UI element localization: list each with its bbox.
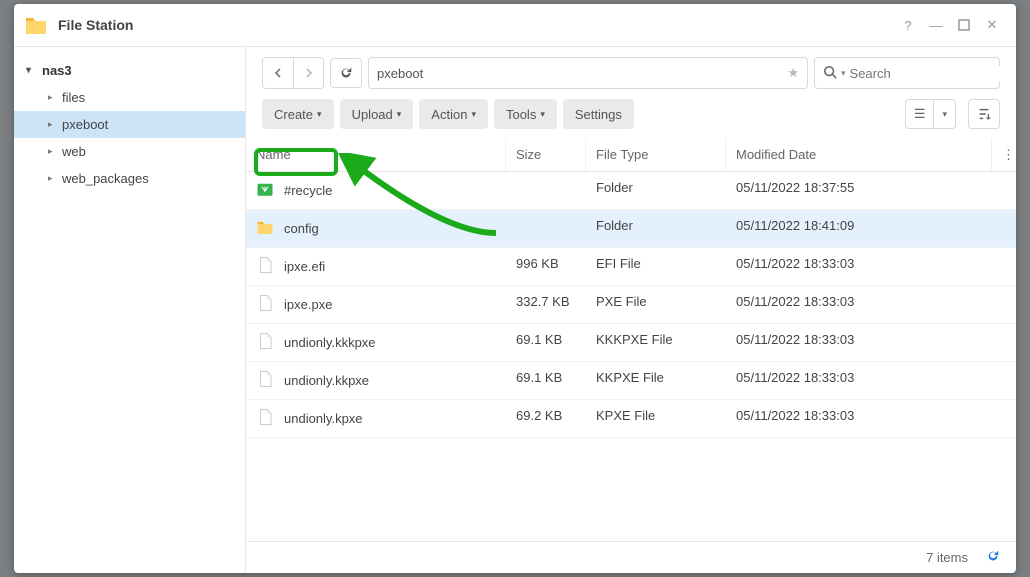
file-icon bbox=[256, 408, 274, 429]
maximize-button[interactable] bbox=[950, 11, 978, 39]
file-name: config bbox=[284, 221, 319, 236]
app-title: File Station bbox=[58, 17, 894, 33]
file-icon bbox=[256, 294, 274, 315]
tree-root[interactable]: nas3 bbox=[14, 57, 245, 84]
file-modified: 05/11/2022 18:37:55 bbox=[726, 172, 992, 209]
file-modified: 05/11/2022 18:33:03 bbox=[726, 248, 992, 285]
file-type: KKKPXE File bbox=[586, 324, 726, 361]
file-type: Folder bbox=[586, 172, 726, 209]
sidebar-item-web[interactable]: web bbox=[14, 138, 245, 165]
file-name: #recycle bbox=[284, 183, 332, 198]
file-type: KPXE File bbox=[586, 400, 726, 437]
file-modified: 05/11/2022 18:33:03 bbox=[726, 400, 992, 437]
file-icon bbox=[256, 332, 274, 353]
table-row[interactable]: undionly.kpxe 69.2 KBKPXE File05/11/2022 … bbox=[246, 400, 1016, 438]
close-button[interactable]: ✕ bbox=[978, 11, 1006, 39]
col-modified[interactable]: Modified Date bbox=[726, 139, 992, 171]
list-icon: ☰ bbox=[914, 106, 926, 122]
path-breadcrumb[interactable]: pxeboot ★ bbox=[368, 57, 808, 89]
file-type: PXE File bbox=[586, 286, 726, 323]
file-icon bbox=[256, 256, 274, 277]
file-size bbox=[506, 210, 586, 247]
search-box[interactable]: ▾ bbox=[814, 57, 1000, 89]
file-size: 69.1 KB bbox=[506, 362, 586, 399]
file-size: 69.1 KB bbox=[506, 324, 586, 361]
file-modified: 05/11/2022 18:41:09 bbox=[726, 210, 992, 247]
file-size: 996 KB bbox=[506, 248, 586, 285]
sidebar-item-web_packages[interactable]: web_packages bbox=[14, 165, 245, 192]
col-menu[interactable]: ⋮ bbox=[992, 139, 1016, 171]
search-icon bbox=[823, 65, 837, 82]
sort-button[interactable] bbox=[968, 99, 1000, 129]
sidebar: nas3 filespxebootwebweb_packages bbox=[14, 47, 246, 573]
sidebar-item-files[interactable]: files bbox=[14, 84, 245, 111]
table-row[interactable]: config Folder05/11/2022 18:41:09 bbox=[246, 210, 1016, 248]
search-input[interactable] bbox=[850, 66, 1016, 81]
grid-header: Name Size File Type Modified Date ⋮ bbox=[246, 139, 1016, 172]
file-name: undionly.kkkpxe bbox=[284, 335, 376, 350]
file-name: ipxe.efi bbox=[284, 259, 325, 274]
table-row[interactable]: ipxe.pxe 332.7 KBPXE File05/11/2022 18:33… bbox=[246, 286, 1016, 324]
file-type: Folder bbox=[586, 210, 726, 247]
table-row[interactable]: undionly.kkkpxe 69.1 KBKKKPXE File05/11/2… bbox=[246, 324, 1016, 362]
view-mode-group: ☰ ▾ bbox=[905, 99, 956, 129]
titlebar: File Station ? — ✕ bbox=[14, 4, 1016, 46]
file-name: ipxe.pxe bbox=[284, 297, 332, 312]
file-modified: 05/11/2022 18:33:03 bbox=[726, 286, 992, 323]
recycle-icon bbox=[256, 180, 274, 201]
action-button[interactable]: Action▾ bbox=[419, 99, 488, 129]
file-modified: 05/11/2022 18:33:03 bbox=[726, 362, 992, 399]
create-button[interactable]: Create▾ bbox=[262, 99, 334, 129]
sidebar-item-pxeboot[interactable]: pxeboot bbox=[14, 111, 245, 138]
table-row[interactable]: ipxe.efi 996 KBEFI File05/11/2022 18:33:0… bbox=[246, 248, 1016, 286]
help-button[interactable]: ? bbox=[894, 11, 922, 39]
chevron-down-icon[interactable]: ▾ bbox=[841, 68, 846, 79]
table-row[interactable]: undionly.kkpxe 69.1 KBKKPXE File05/11/202… bbox=[246, 362, 1016, 400]
app-window: File Station ? — ✕ nas3 filespxebootwebw… bbox=[14, 4, 1016, 573]
file-name: undionly.kpxe bbox=[284, 411, 363, 426]
status-refresh-button[interactable] bbox=[986, 549, 1000, 566]
view-dropdown-button[interactable]: ▾ bbox=[933, 100, 955, 128]
file-type: KKPXE File bbox=[586, 362, 726, 399]
app-folder-icon bbox=[24, 13, 48, 37]
file-name: undionly.kkpxe bbox=[284, 373, 369, 388]
file-type: EFI File bbox=[586, 248, 726, 285]
list-view-button[interactable]: ☰ bbox=[906, 100, 934, 128]
file-size bbox=[506, 172, 586, 209]
col-type[interactable]: File Type bbox=[586, 139, 726, 171]
minimize-button[interactable]: — bbox=[922, 11, 950, 39]
file-list: #recycle Folder05/11/2022 18:37:55 config F… bbox=[246, 172, 1016, 541]
upload-button[interactable]: Upload▾ bbox=[340, 99, 414, 129]
file-size: 332.7 KB bbox=[506, 286, 586, 323]
nav-back-button[interactable] bbox=[263, 58, 293, 88]
col-name[interactable]: Name bbox=[246, 139, 506, 171]
folder-icon bbox=[256, 218, 274, 239]
settings-button[interactable]: Settings bbox=[563, 99, 634, 129]
main-panel: pxeboot ★ ▾ Create▾ Upload▾ Action▾ Tool… bbox=[246, 47, 1016, 573]
status-bar: 7 items bbox=[246, 541, 1016, 573]
nav-forward-button[interactable] bbox=[293, 58, 323, 88]
table-row[interactable]: #recycle Folder05/11/2022 18:37:55 bbox=[246, 172, 1016, 210]
reload-button[interactable] bbox=[330, 58, 362, 88]
file-size: 69.2 KB bbox=[506, 400, 586, 437]
favorite-icon[interactable]: ★ bbox=[787, 65, 799, 81]
file-icon bbox=[256, 370, 274, 391]
item-count: 7 items bbox=[926, 550, 968, 565]
file-modified: 05/11/2022 18:33:03 bbox=[726, 324, 992, 361]
path-value: pxeboot bbox=[377, 66, 423, 81]
col-size[interactable]: Size bbox=[506, 139, 586, 171]
tools-button[interactable]: Tools▾ bbox=[494, 99, 557, 129]
